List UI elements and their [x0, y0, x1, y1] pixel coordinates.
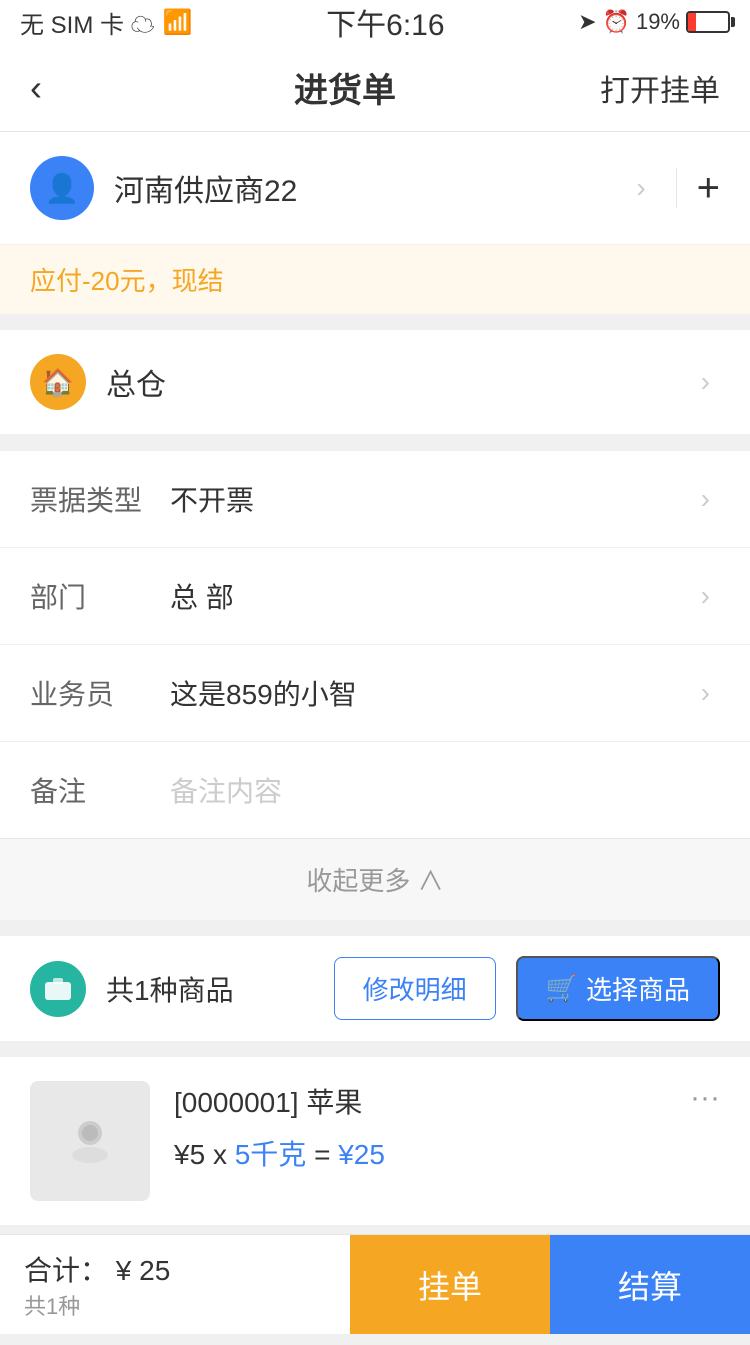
form-card: 票据类型 不开票 › 部门 总 部 › 业务员 这是859的小智 › 备注 备注…	[0, 450, 750, 920]
department-label: 部门	[30, 576, 150, 616]
supplier-chevron-icon: ›	[636, 172, 645, 204]
vertical-divider	[676, 168, 677, 208]
collapse-button[interactable]: 收起更多 ∧	[0, 838, 750, 920]
remark-input[interactable]: 备注内容	[150, 770, 720, 810]
hang-button[interactable]: 挂单	[350, 1235, 550, 1334]
quantity-value: 5千克	[235, 1139, 307, 1170]
product-section: 共1种商品 修改明细 🛒 选择商品	[0, 936, 750, 1041]
battery-label: 19%	[636, 9, 680, 35]
warehouse-name: 总仓	[106, 360, 701, 404]
back-button[interactable]: ‹	[30, 67, 90, 109]
total-section: 合计： ¥ 25 共1种	[0, 1235, 350, 1334]
total-label: 合计：	[24, 1255, 108, 1286]
remark-label: 备注	[30, 770, 150, 810]
product-count-label: 共1种商品	[106, 969, 314, 1009]
status-bar: 无 SIM 卡 ☁ 📶 下午6:16 ➤ ⏰ 19%	[0, 0, 750, 44]
salesman-chevron-icon: ›	[701, 677, 710, 709]
department-row[interactable]: 部门 总 部 ›	[0, 547, 750, 644]
edit-detail-button[interactable]: 修改明细	[334, 957, 496, 1020]
department-chevron-icon: ›	[701, 580, 710, 612]
product-count-icon	[30, 961, 86, 1017]
avatar-icon: 👤	[45, 172, 80, 205]
invoice-type-label: 票据类型	[30, 479, 150, 519]
status-left: 无 SIM 卡 ☁ 📶	[20, 5, 193, 40]
product-thumbnail	[30, 1081, 150, 1201]
page-title: 进货单	[294, 63, 396, 112]
cart-icon: 🛒	[546, 973, 578, 1004]
price-value: ¥5	[174, 1139, 205, 1170]
nav-bar: ‹ 进货单 打开挂单	[0, 44, 750, 132]
bottom-bar: 合计： ¥ 25 共1种 挂单 结算	[0, 1234, 750, 1334]
product-item: [0000001] 苹果 ¥5 x 5千克 = ¥25 ···	[0, 1057, 750, 1225]
settle-button[interactable]: 结算	[550, 1235, 750, 1334]
select-product-button[interactable]: 🛒 选择商品	[516, 956, 720, 1021]
sim-label: 无 SIM 卡 ☁	[20, 5, 155, 40]
warehouse-chevron-icon: ›	[701, 366, 710, 398]
supplier-avatar: 👤	[30, 156, 94, 220]
warehouse-symbol: 🏠	[42, 367, 74, 398]
battery-icon	[686, 11, 730, 33]
remark-row[interactable]: 备注 备注内容	[0, 741, 750, 838]
supplier-card: 👤 河南供应商22 › + 应付-20元，现结	[0, 132, 750, 314]
supplier-name: 河南供应商22	[114, 166, 636, 210]
invoice-type-row[interactable]: 票据类型 不开票 ›	[0, 450, 750, 547]
product-id: [0000001]	[174, 1087, 299, 1118]
status-time: 下午6:16	[326, 0, 444, 44]
salesman-value: 这是859的小智	[150, 673, 701, 713]
more-options-button[interactable]: ···	[690, 1081, 720, 1115]
product-name: 苹果	[306, 1087, 362, 1118]
product-info: [0000001] 苹果 ¥5 x 5千克 = ¥25	[174, 1081, 666, 1173]
total-count: 共1种	[24, 1289, 326, 1321]
notice-bar: 应付-20元，现结	[0, 245, 750, 314]
salesman-label: 业务员	[30, 673, 150, 713]
add-button[interactable]: +	[697, 166, 720, 211]
invoice-type-value: 不开票	[150, 479, 701, 519]
warehouse-row[interactable]: 🏠 总仓 ›	[0, 330, 750, 434]
wifi-icon: 📶	[163, 8, 193, 37]
product-header: 共1种商品 修改明细 🛒 选择商品	[0, 936, 750, 1041]
equals-sign: =	[314, 1139, 338, 1170]
open-hang-button[interactable]: 打开挂单	[600, 66, 720, 110]
alarm-icon: ⏰	[603, 9, 630, 35]
warehouse-card[interactable]: 🏠 总仓 ›	[0, 330, 750, 434]
total-amount: ¥ 25	[116, 1255, 171, 1286]
supplier-row[interactable]: 👤 河南供应商22 › +	[0, 132, 750, 245]
product-price: ¥5 x 5千克 = ¥25	[174, 1133, 666, 1173]
status-right: ➤ ⏰ 19%	[578, 9, 730, 35]
warehouse-icon: 🏠	[30, 354, 86, 410]
content: 👤 河南供应商22 › + 应付-20元，现结 🏠 总仓 › 票据类型 不开票 …	[0, 132, 750, 1345]
product-title: [0000001] 苹果	[174, 1081, 666, 1121]
location-icon: ➤	[578, 9, 596, 35]
price-separator: x	[213, 1139, 235, 1170]
salesman-row[interactable]: 业务员 这是859的小智 ›	[0, 644, 750, 741]
department-value: 总 部	[150, 576, 701, 616]
total-value: ¥25	[338, 1139, 385, 1170]
total-row: 合计： ¥ 25	[24, 1249, 326, 1289]
invoice-chevron-icon: ›	[701, 483, 710, 515]
